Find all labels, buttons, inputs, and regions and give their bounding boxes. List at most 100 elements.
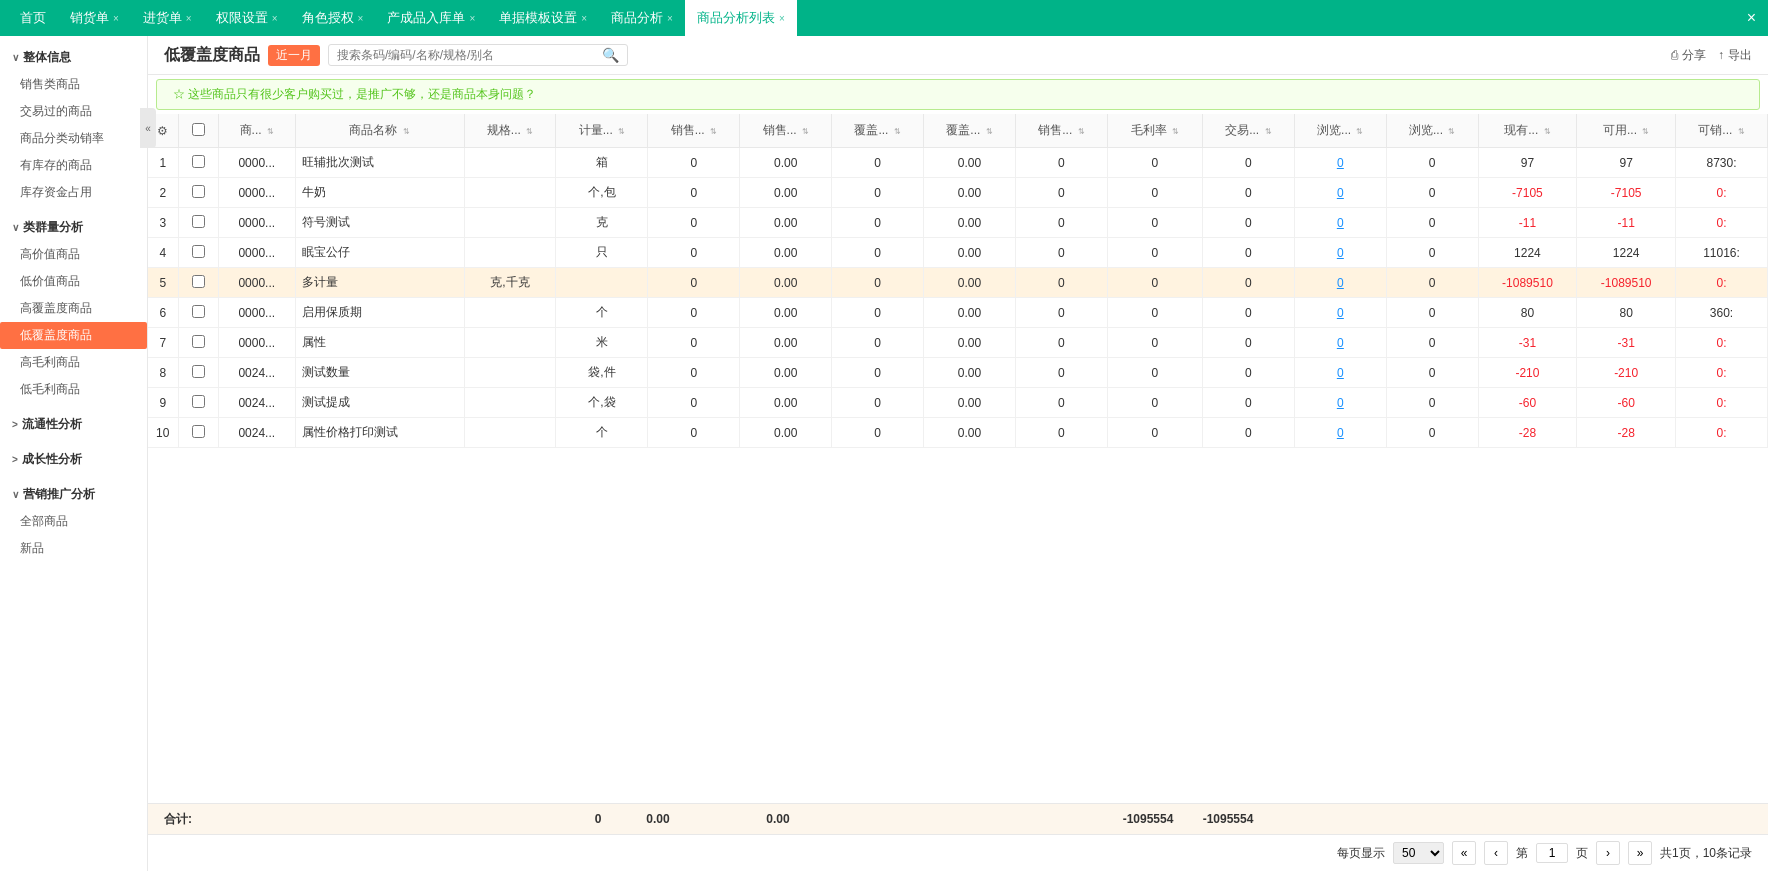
prev-page-button[interactable]: ‹	[1484, 841, 1508, 865]
next-page-button[interactable]: ›	[1596, 841, 1620, 865]
row-checkbox[interactable]	[178, 388, 218, 418]
row-checkbox[interactable]	[178, 418, 218, 448]
th-sales3[interactable]: 销售... ⇅	[1015, 114, 1107, 148]
page-number-input[interactable]	[1536, 843, 1568, 863]
sidebar-item-sales-products[interactable]: 销售类商品	[0, 71, 147, 98]
row-checkbox[interactable]	[178, 358, 218, 388]
row-browse1[interactable]: 0	[1294, 328, 1386, 358]
row-select-checkbox[interactable]	[192, 275, 205, 288]
row-browse1[interactable]: 0	[1294, 268, 1386, 298]
nav-item-product-warehouse[interactable]: 产成品入库单 ×	[375, 0, 487, 36]
close-icon[interactable]: ×	[272, 13, 278, 24]
nav-item-sales[interactable]: 销货单 ×	[58, 0, 131, 36]
th-coverage1[interactable]: 覆盖... ⇅	[832, 114, 924, 148]
sidebar-section-header-growth[interactable]: > 成长性分析	[0, 446, 147, 473]
row-select-checkbox[interactable]	[192, 215, 205, 228]
row-select-checkbox[interactable]	[192, 185, 205, 198]
row-browse1[interactable]: 0	[1294, 418, 1386, 448]
sidebar-item-low-value[interactable]: 低价值商品	[0, 268, 147, 295]
th-spec[interactable]: 规格... ⇅	[464, 114, 556, 148]
sidebar-collapse-button[interactable]: «	[140, 108, 148, 148]
row-checkbox[interactable]	[178, 208, 218, 238]
nav-item-template[interactable]: 单据模板设置 ×	[487, 0, 599, 36]
row-select-checkbox[interactable]	[192, 245, 205, 258]
row-checkbox[interactable]	[178, 178, 218, 208]
settings-icon[interactable]: ⚙	[157, 124, 168, 138]
sidebar-item-high-value[interactable]: 高价值商品	[0, 241, 147, 268]
row-checkbox[interactable]	[178, 238, 218, 268]
row-select-checkbox[interactable]	[192, 365, 205, 378]
th-unit[interactable]: 计量... ⇅	[556, 114, 648, 148]
close-icon[interactable]: ×	[779, 13, 785, 24]
row-checkbox[interactable]	[178, 268, 218, 298]
close-icon[interactable]: ×	[667, 13, 673, 24]
close-icon[interactable]: ×	[186, 13, 192, 24]
th-code[interactable]: 商... ⇅	[218, 114, 295, 148]
row-browse1[interactable]: 0	[1294, 208, 1386, 238]
sidebar-item-new-products[interactable]: 新品	[0, 535, 147, 562]
row-code: 0000...	[218, 148, 295, 178]
th-browse2[interactable]: 浏览... ⇅	[1386, 114, 1478, 148]
nav-item-permission[interactable]: 权限设置 ×	[204, 0, 290, 36]
th-sales2[interactable]: 销售... ⇅	[740, 114, 832, 148]
th-sales1[interactable]: 销售... ⇅	[648, 114, 740, 148]
th-name[interactable]: 商品名称 ⇅	[295, 114, 464, 148]
sidebar-item-traded-products[interactable]: 交易过的商品	[0, 98, 147, 125]
sidebar-section-header-group[interactable]: ∨ 类群量分析	[0, 214, 147, 241]
th-available[interactable]: 可用... ⇅	[1577, 114, 1676, 148]
nav-item-product-analysis-list[interactable]: 商品分析列表 ×	[685, 0, 797, 36]
period-button[interactable]: 近一月	[268, 45, 320, 66]
nav-item-home[interactable]: 首页	[8, 0, 58, 36]
row-browse1[interactable]: 0	[1294, 358, 1386, 388]
close-icon[interactable]: ×	[469, 13, 475, 24]
sidebar-item-inventory-capital[interactable]: 库存资金占用	[0, 179, 147, 206]
sidebar-item-high-coverage[interactable]: 高覆盖度商品	[0, 295, 147, 322]
select-all-checkbox[interactable]	[192, 123, 205, 136]
nav-item-purchase[interactable]: 进货单 ×	[131, 0, 204, 36]
search-input[interactable]	[337, 48, 602, 62]
th-coverage2[interactable]: 覆盖... ⇅	[924, 114, 1016, 148]
sidebar-item-in-stock[interactable]: 有库存的商品	[0, 152, 147, 179]
row-browse1[interactable]: 0	[1294, 238, 1386, 268]
row-select-checkbox[interactable]	[192, 305, 205, 318]
close-icon[interactable]: ×	[581, 13, 587, 24]
row-select-checkbox[interactable]	[192, 395, 205, 408]
sidebar-section-header-liquidity[interactable]: > 流通性分析	[0, 411, 147, 438]
row-checkbox[interactable]	[178, 298, 218, 328]
nav-item-role[interactable]: 角色授权 ×	[290, 0, 376, 36]
row-browse1[interactable]: 0	[1294, 388, 1386, 418]
row-checkbox[interactable]	[178, 148, 218, 178]
row-checkbox[interactable]	[178, 328, 218, 358]
th-browse1[interactable]: 浏览... ⇅	[1294, 114, 1386, 148]
sidebar-item-high-margin[interactable]: 高毛利商品	[0, 349, 147, 376]
sidebar-section-header-marketing[interactable]: ∨ 营销推广分析	[0, 481, 147, 508]
nav-item-product-analysis[interactable]: 商品分析 ×	[599, 0, 685, 36]
sidebar-item-all-products[interactable]: 全部商品	[0, 508, 147, 535]
close-all-button[interactable]: ×	[1747, 9, 1756, 27]
row-unit	[556, 268, 648, 298]
sidebar-item-category-activity-rate[interactable]: 商品分类动销率	[0, 125, 147, 152]
sidebar-section-header-overall[interactable]: ∨ 整体信息	[0, 44, 147, 71]
sidebar-item-low-margin[interactable]: 低毛利商品	[0, 376, 147, 403]
last-page-button[interactable]: »	[1628, 841, 1652, 865]
row-sales1: 0	[648, 298, 740, 328]
share-button[interactable]: ⎙ 分享	[1671, 47, 1706, 64]
row-select-checkbox[interactable]	[192, 335, 205, 348]
row-browse1[interactable]: 0	[1294, 298, 1386, 328]
row-spec	[464, 418, 556, 448]
page-size-select[interactable]: 50 100 200	[1393, 842, 1444, 864]
sidebar-item-low-coverage[interactable]: 低覆盖度商品	[0, 322, 147, 349]
first-page-button[interactable]: «	[1452, 841, 1476, 865]
th-sellable[interactable]: 可销... ⇅	[1675, 114, 1767, 148]
export-button[interactable]: ↑ 导出	[1718, 47, 1752, 64]
th-current[interactable]: 现有... ⇅	[1478, 114, 1577, 148]
close-icon[interactable]: ×	[358, 13, 364, 24]
th-trade[interactable]: 交易... ⇅	[1202, 114, 1294, 148]
th-gross[interactable]: 毛利率 ⇅	[1107, 114, 1202, 148]
row-browse1[interactable]: 0	[1294, 148, 1386, 178]
row-browse1[interactable]: 0	[1294, 178, 1386, 208]
search-icon[interactable]: 🔍	[602, 47, 619, 63]
close-icon[interactable]: ×	[113, 13, 119, 24]
row-select-checkbox[interactable]	[192, 155, 205, 168]
row-select-checkbox[interactable]	[192, 425, 205, 438]
